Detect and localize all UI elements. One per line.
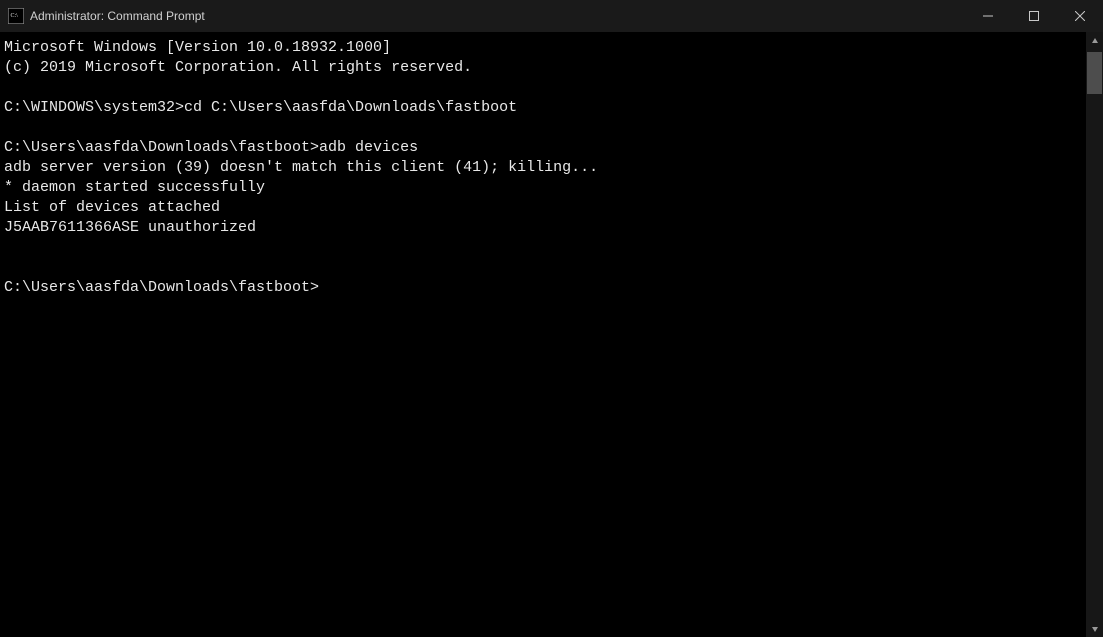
terminal-output: Microsoft Windows [Version 10.0.18932.10… — [0, 32, 1103, 298]
scroll-up-icon[interactable] — [1086, 32, 1103, 49]
scroll-thumb[interactable] — [1087, 52, 1102, 94]
window-controls — [965, 0, 1103, 32]
scrollbar[interactable] — [1086, 32, 1103, 637]
close-button[interactable] — [1057, 0, 1103, 32]
terminal-area[interactable]: Microsoft Windows [Version 10.0.18932.10… — [0, 32, 1103, 637]
svg-text:C:\: C:\ — [11, 13, 19, 19]
window-title: Administrator: Command Prompt — [30, 9, 965, 23]
maximize-button[interactable] — [1011, 0, 1057, 32]
titlebar[interactable]: C:\ Administrator: Command Prompt — [0, 0, 1103, 32]
cmd-icon: C:\ — [8, 8, 24, 24]
scroll-down-icon[interactable] — [1086, 620, 1103, 637]
minimize-button[interactable] — [965, 0, 1011, 32]
